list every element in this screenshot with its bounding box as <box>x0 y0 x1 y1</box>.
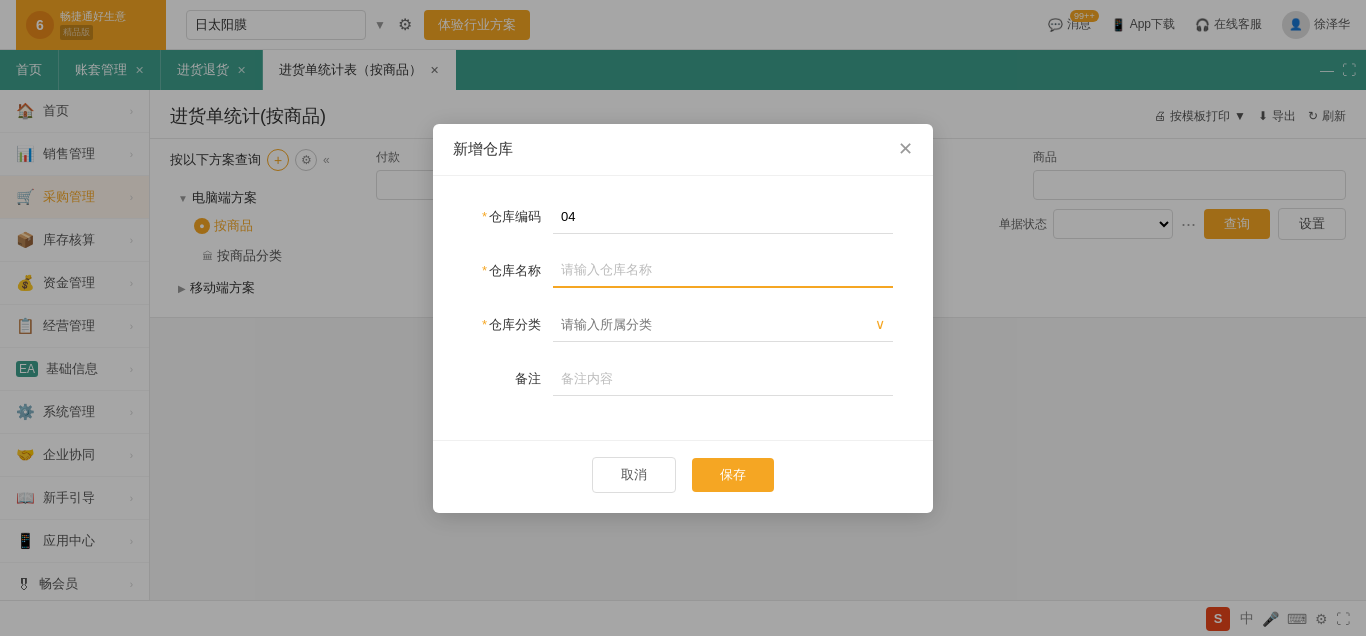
warehouse-note-label: 备注 <box>473 370 553 388</box>
new-warehouse-dialog: 新增仓库 ✕ *仓库编码 *仓库名称 *仓库分类 <box>433 124 933 513</box>
warehouse-category-select-wrap: ∨ <box>553 308 893 342</box>
dialog-footer: 取消 保存 <box>433 440 933 513</box>
warehouse-category-label: *仓库分类 <box>473 316 553 334</box>
save-button[interactable]: 保存 <box>692 458 774 492</box>
warehouse-category-input[interactable] <box>553 307 893 341</box>
required-star-code: * <box>482 209 487 224</box>
dialog-overlay[interactable]: 新增仓库 ✕ *仓库编码 *仓库名称 *仓库分类 <box>0 0 1366 636</box>
warehouse-category-row: *仓库分类 ∨ <box>473 308 893 342</box>
dialog-title: 新增仓库 <box>453 140 513 159</box>
warehouse-code-input[interactable] <box>553 200 893 234</box>
warehouse-name-label: *仓库名称 <box>473 262 553 280</box>
cancel-button[interactable]: 取消 <box>592 457 676 493</box>
dialog-header: 新增仓库 ✕ <box>433 124 933 176</box>
warehouse-note-row: 备注 <box>473 362 893 396</box>
dialog-close-button[interactable]: ✕ <box>898 140 913 158</box>
warehouse-note-input[interactable] <box>553 362 893 396</box>
warehouse-code-row: *仓库编码 <box>473 200 893 234</box>
required-star-name: * <box>482 263 487 278</box>
required-star-category: * <box>482 317 487 332</box>
warehouse-name-row: *仓库名称 <box>473 254 893 288</box>
category-dropdown-icon[interactable]: ∨ <box>875 316 885 332</box>
warehouse-name-input[interactable] <box>553 254 893 288</box>
warehouse-code-label: *仓库编码 <box>473 208 553 226</box>
dialog-body: *仓库编码 *仓库名称 *仓库分类 ∨ <box>433 176 933 440</box>
